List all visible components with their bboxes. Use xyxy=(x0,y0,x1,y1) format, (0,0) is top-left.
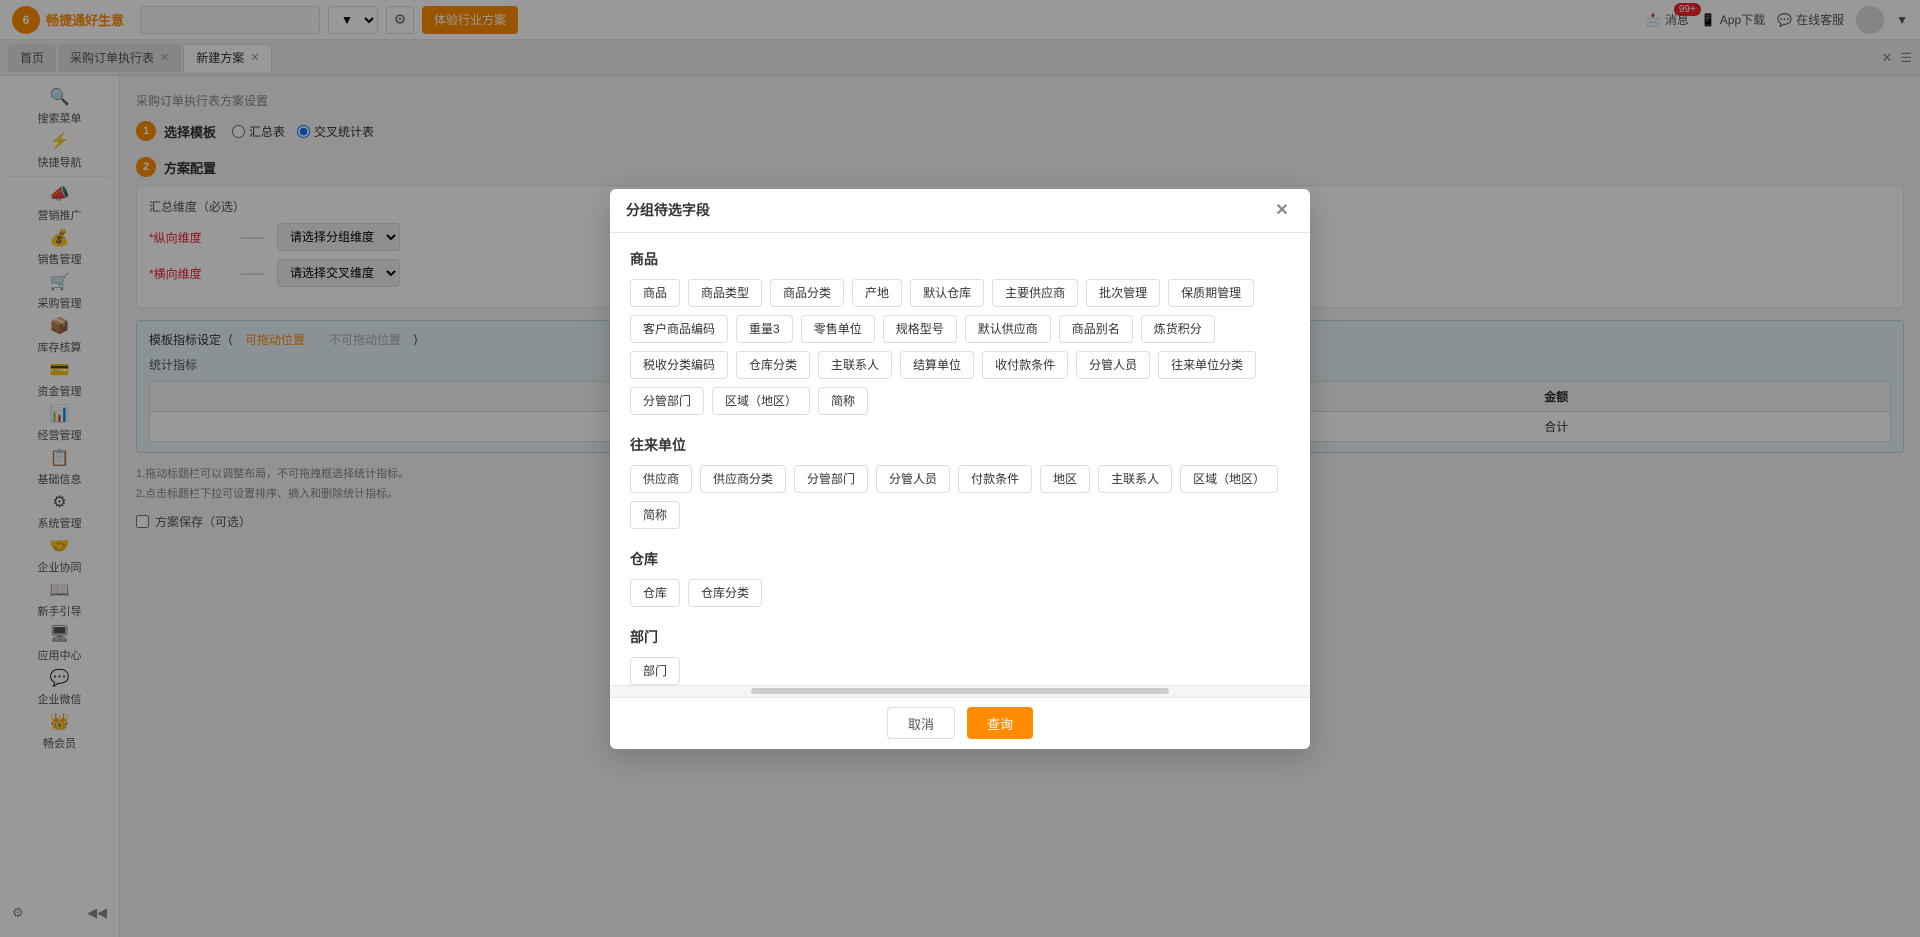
field-chips-partner: 供应商 供应商分类 分管部门 分管人员 付款条件 地区 主联系人 区域（地区） … xyxy=(630,465,1290,529)
field-group-warehouse-title: 仓库 xyxy=(630,549,1290,569)
chip-partner-主联系人[interactable]: 主联系人 xyxy=(1098,465,1172,493)
chip-partner-简称[interactable]: 简称 xyxy=(630,501,680,529)
modal-close-button[interactable]: ✕ xyxy=(1270,198,1294,222)
modal-title: 分组待选字段 xyxy=(626,200,710,220)
field-group-department-title: 部门 xyxy=(630,627,1290,647)
chip-product-区域地区[interactable]: 区域（地区） xyxy=(712,387,810,415)
modal-overlay: 分组待选字段 ✕ 商品 商品 商品类型 商品分类 产地 默认仓库 主要供应商 批… xyxy=(0,0,1920,937)
modal-horizontal-scrollbar[interactable] xyxy=(610,685,1310,697)
chip-product-简称[interactable]: 简称 xyxy=(818,387,868,415)
chip-product-保质期管理[interactable]: 保质期管理 xyxy=(1168,279,1254,307)
chip-product-税收分类编码[interactable]: 税收分类编码 xyxy=(630,351,728,379)
chip-warehouse-仓库[interactable]: 仓库 xyxy=(630,579,680,607)
chip-product-仓库分类[interactable]: 仓库分类 xyxy=(736,351,810,379)
chip-product-分管部门[interactable]: 分管部门 xyxy=(630,387,704,415)
field-chips-department: 部门 xyxy=(630,657,1290,685)
chip-product-商品类型[interactable]: 商品类型 xyxy=(688,279,762,307)
chip-product-商品别名[interactable]: 商品别名 xyxy=(1059,315,1133,343)
chip-department-部门[interactable]: 部门 xyxy=(630,657,680,685)
field-chips-warehouse: 仓库 仓库分类 xyxy=(630,579,1290,607)
chip-partner-分管部门[interactable]: 分管部门 xyxy=(794,465,868,493)
modal-footer: 取消 查询 xyxy=(610,697,1310,749)
chip-product-分管人员[interactable]: 分管人员 xyxy=(1076,351,1150,379)
chip-product-主要供应商[interactable]: 主要供应商 xyxy=(992,279,1078,307)
modal-confirm-button[interactable]: 查询 xyxy=(967,707,1033,739)
field-group-warehouse: 仓库 仓库 仓库分类 xyxy=(630,549,1290,607)
chip-product-炼货积分[interactable]: 炼货积分 xyxy=(1141,315,1215,343)
modal-cancel-button[interactable]: 取消 xyxy=(887,707,955,739)
modal-hscroll-thumb xyxy=(751,688,1169,694)
chip-partner-分管人员[interactable]: 分管人员 xyxy=(876,465,950,493)
field-group-product: 商品 商品 商品类型 商品分类 产地 默认仓库 主要供应商 批次管理 保质期管理… xyxy=(630,249,1290,415)
field-group-department: 部门 部门 xyxy=(630,627,1290,685)
chip-product-商品分类[interactable]: 商品分类 xyxy=(770,279,844,307)
chip-product-往来单位分类[interactable]: 往来单位分类 xyxy=(1158,351,1256,379)
field-chips-product: 商品 商品类型 商品分类 产地 默认仓库 主要供应商 批次管理 保质期管理 客户… xyxy=(630,279,1290,415)
chip-partner-地区[interactable]: 地区 xyxy=(1040,465,1090,493)
chip-partner-区域地区[interactable]: 区域（地区） xyxy=(1180,465,1278,493)
chip-product-零售单位[interactable]: 零售单位 xyxy=(801,315,875,343)
field-selection-modal: 分组待选字段 ✕ 商品 商品 商品类型 商品分类 产地 默认仓库 主要供应商 批… xyxy=(610,189,1310,749)
chip-product-默认仓库[interactable]: 默认仓库 xyxy=(910,279,984,307)
field-group-product-title: 商品 xyxy=(630,249,1290,269)
chip-product-默认供应商[interactable]: 默认供应商 xyxy=(965,315,1051,343)
chip-product-商品[interactable]: 商品 xyxy=(630,279,680,307)
chip-product-产地[interactable]: 产地 xyxy=(852,279,902,307)
chip-partner-付款条件[interactable]: 付款条件 xyxy=(958,465,1032,493)
chip-warehouse-仓库分类[interactable]: 仓库分类 xyxy=(688,579,762,607)
chip-partner-供应商[interactable]: 供应商 xyxy=(630,465,692,493)
chip-product-客户商品编码[interactable]: 客户商品编码 xyxy=(630,315,728,343)
modal-header: 分组待选字段 ✕ xyxy=(610,189,1310,233)
chip-product-结算单位[interactable]: 结算单位 xyxy=(900,351,974,379)
chip-partner-供应商分类[interactable]: 供应商分类 xyxy=(700,465,786,493)
modal-body[interactable]: 商品 商品 商品类型 商品分类 产地 默认仓库 主要供应商 批次管理 保质期管理… xyxy=(610,233,1310,685)
chip-product-收付款条件[interactable]: 收付款条件 xyxy=(982,351,1068,379)
field-group-partner-title: 往来单位 xyxy=(630,435,1290,455)
chip-product-主联系人[interactable]: 主联系人 xyxy=(818,351,892,379)
chip-product-批次管理[interactable]: 批次管理 xyxy=(1086,279,1160,307)
field-group-partner: 往来单位 供应商 供应商分类 分管部门 分管人员 付款条件 地区 主联系人 区域… xyxy=(630,435,1290,529)
chip-product-重量3[interactable]: 重量3 xyxy=(736,315,793,343)
chip-product-规格型号[interactable]: 规格型号 xyxy=(883,315,957,343)
